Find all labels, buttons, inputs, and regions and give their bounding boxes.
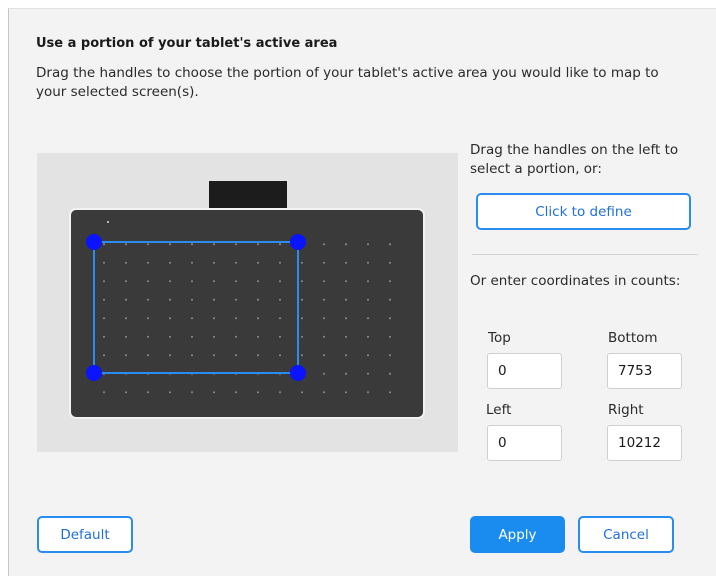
left-label: Left <box>486 402 512 418</box>
right-input[interactable] <box>607 425 682 461</box>
divider <box>472 254 698 255</box>
bottom-left-handle[interactable] <box>86 365 102 381</box>
cancel-button[interactable]: Cancel <box>578 516 674 553</box>
drag-instruction: Drag the handles on the left to select a… <box>470 142 679 177</box>
apply-button[interactable]: Apply <box>470 516 565 553</box>
default-button[interactable]: Default <box>37 516 133 553</box>
section-description: Drag the handles to choose the portion o… <box>36 65 659 100</box>
tablet-cable <box>209 181 287 209</box>
tablet-preview-area <box>37 153 458 452</box>
section-title: Use a portion of your tablet's active ar… <box>36 36 338 51</box>
tablet-status-led <box>107 221 109 223</box>
bottom-label: Bottom <box>608 330 658 346</box>
right-label: Right <box>608 402 644 418</box>
top-label: Top <box>488 330 511 346</box>
click-to-define-button[interactable]: Click to define <box>476 193 691 230</box>
tablet-graphic <box>69 208 425 419</box>
active-area-selection[interactable] <box>86 234 306 381</box>
top-right-handle[interactable] <box>290 234 306 250</box>
bottom-right-handle[interactable] <box>290 365 306 381</box>
left-input[interactable] <box>487 425 562 461</box>
top-input[interactable] <box>487 353 562 389</box>
top-left-handle[interactable] <box>86 234 102 250</box>
coordinates-instruction: Or enter coordinates in counts: <box>470 273 681 289</box>
bottom-input[interactable] <box>607 353 682 389</box>
